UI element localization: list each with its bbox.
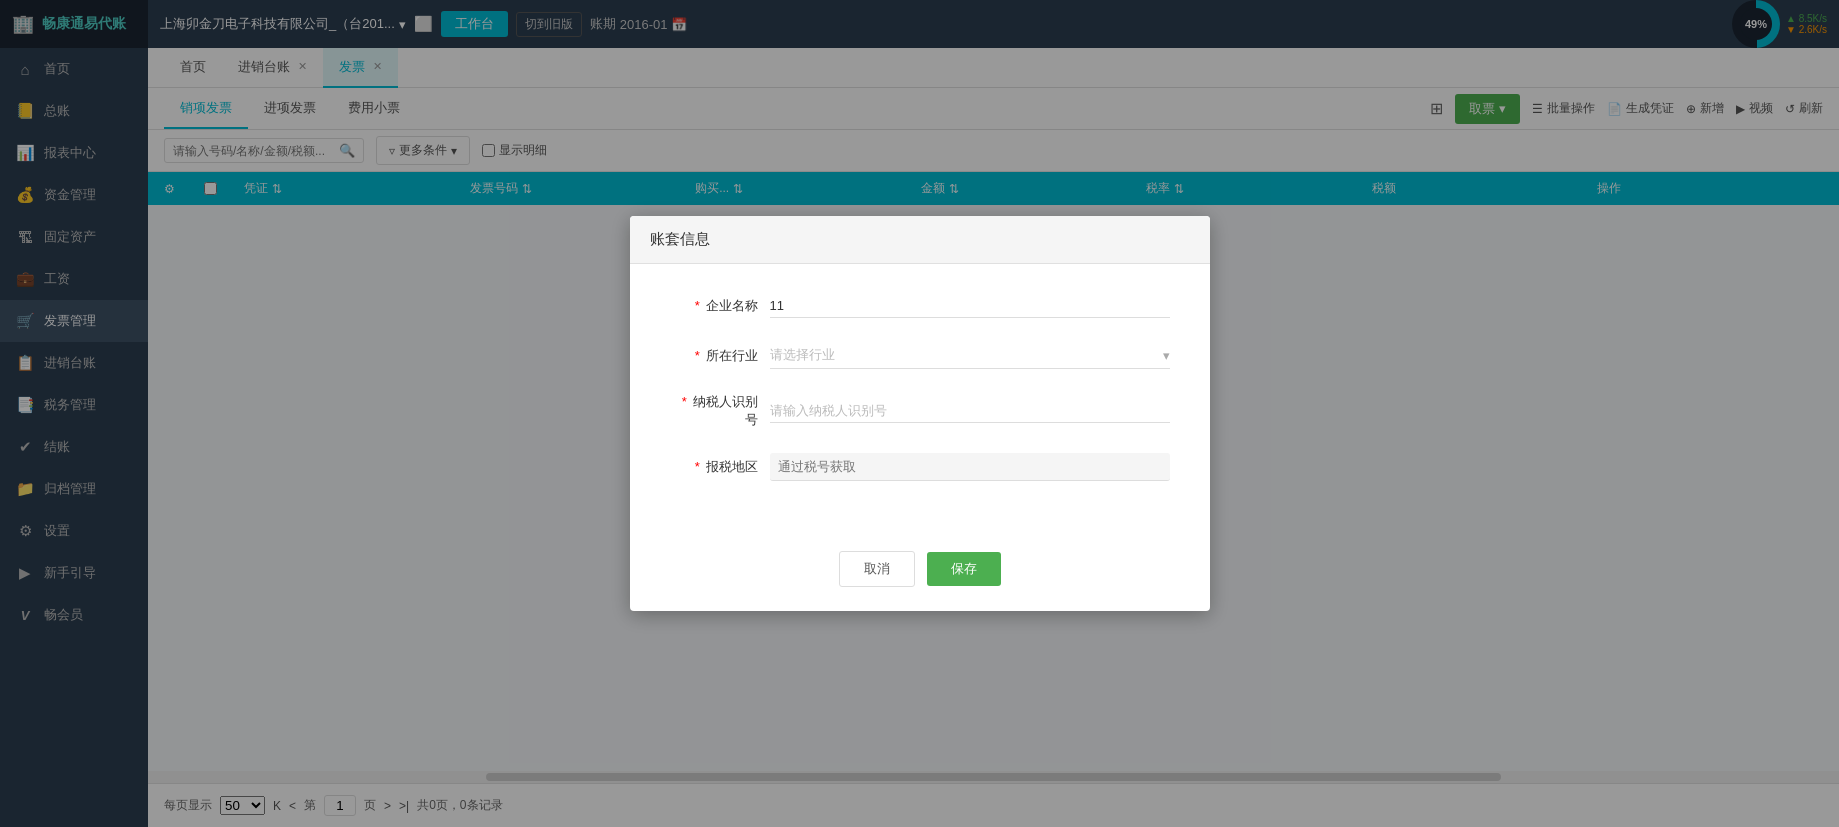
modal-footer: 取消 保存 xyxy=(630,535,1210,611)
tax-region-label: * 报税地区 xyxy=(670,458,770,476)
industry-placeholder: 请选择行业 xyxy=(770,346,835,364)
tax-id-label: * 纳税人识别号 xyxy=(670,393,770,429)
industry-dropdown-icon: ▾ xyxy=(1163,348,1170,363)
tax-id-input[interactable] xyxy=(770,399,1170,423)
modal-overlay: 账套信息 * 企业名称 * 所在行业 请选择行业 ▾ xyxy=(0,0,1839,827)
modal-title: 账套信息 xyxy=(650,230,710,247)
industry-select[interactable]: 请选择行业 ▾ xyxy=(770,342,1170,369)
tax-id-row: * 纳税人识别号 xyxy=(670,393,1170,429)
cancel-button[interactable]: 取消 xyxy=(839,551,915,587)
tax-region-row: * 报税地区 xyxy=(670,453,1170,481)
modal-body: * 企业名称 * 所在行业 请选择行业 ▾ * xyxy=(630,264,1210,535)
company-name-row: * 企业名称 xyxy=(670,294,1170,318)
company-name-label: * 企业名称 xyxy=(670,297,770,315)
modal-header: 账套信息 xyxy=(630,216,1210,264)
industry-row: * 所在行业 请选择行业 ▾ xyxy=(670,342,1170,369)
account-info-modal: 账套信息 * 企业名称 * 所在行业 请选择行业 ▾ xyxy=(630,216,1210,611)
tax-region-input xyxy=(770,453,1170,481)
industry-label: * 所在行业 xyxy=(670,347,770,365)
company-name-input[interactable] xyxy=(770,294,1170,318)
save-button[interactable]: 保存 xyxy=(927,552,1001,586)
